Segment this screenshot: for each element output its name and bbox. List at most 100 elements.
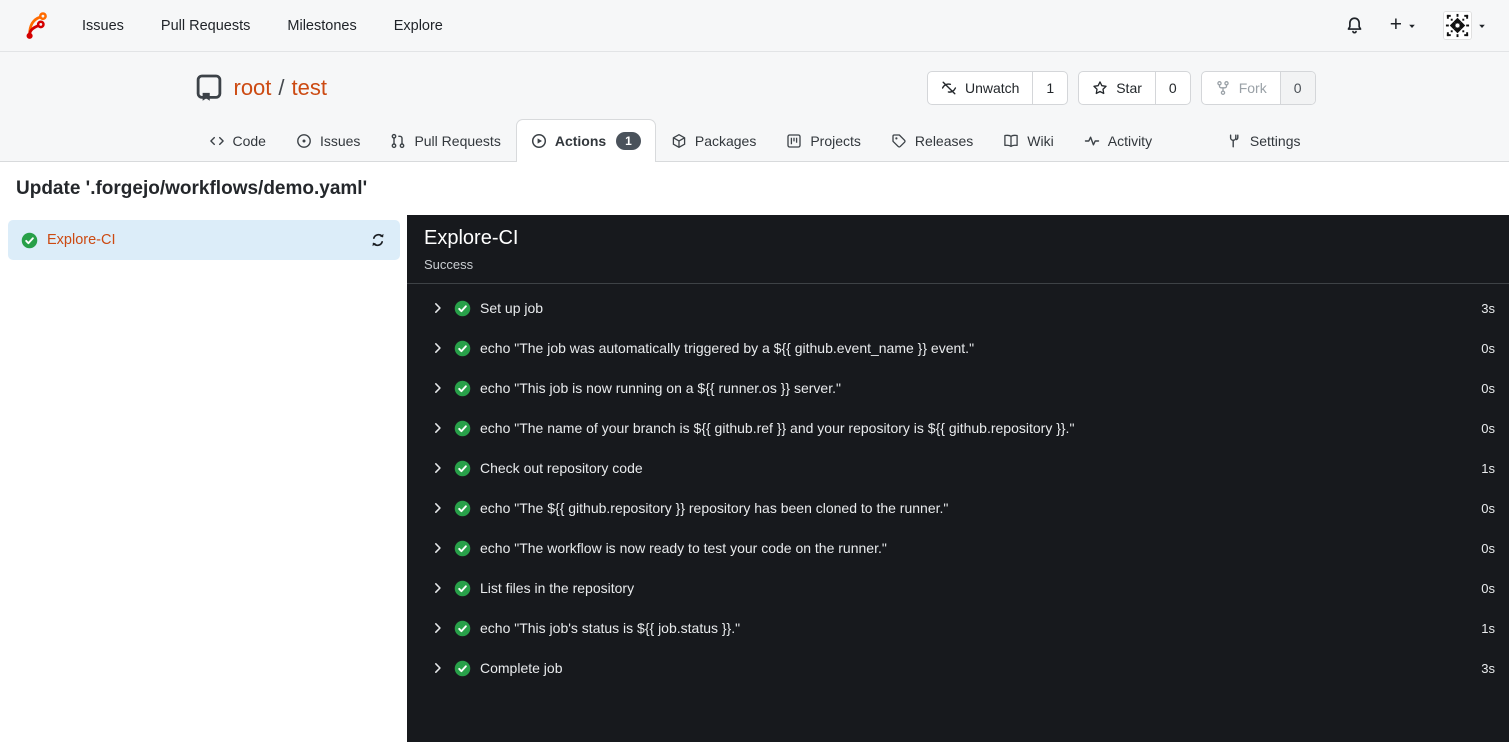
plus-icon: +: [1389, 12, 1402, 36]
step-row[interactable]: echo "The job was automatically triggere…: [431, 328, 1495, 368]
tab-activity[interactable]: Activity: [1069, 119, 1167, 161]
repo-owner-link[interactable]: root: [234, 75, 272, 100]
fork-label: Fork: [1238, 80, 1267, 96]
star-icon: [1093, 81, 1107, 95]
tab-label: Actions: [554, 133, 607, 149]
tab-label: Wiki: [1027, 132, 1054, 149]
job-item-label: Explore-CI: [47, 232, 116, 248]
tag-icon: [892, 133, 906, 148]
job-log-header: Explore-CI Success: [407, 215, 1509, 283]
tab-pull-requests[interactable]: Pull Requests: [375, 119, 515, 161]
step-row[interactable]: Check out repository code 1s: [431, 448, 1495, 488]
step-row[interactable]: echo "This job's status is ${{ job.statu…: [431, 608, 1495, 648]
issue-icon: [297, 133, 311, 148]
top-navbar: Issues Pull Requests Milestones Explore …: [0, 0, 1509, 52]
identicon-avatar: [1443, 11, 1472, 40]
step-row[interactable]: List files in the repository 0s: [431, 568, 1495, 608]
wiki-icon: [1004, 134, 1019, 147]
watchers-count[interactable]: 1: [1032, 72, 1067, 104]
caret-down-icon: [1409, 24, 1415, 28]
success-check-icon: [21, 231, 38, 249]
user-menu-button[interactable]: [1443, 11, 1487, 40]
tab-label: Activity: [1107, 132, 1153, 149]
step-duration: 3s: [1481, 660, 1495, 676]
step-row[interactable]: Complete job 3s: [431, 648, 1495, 688]
step-row[interactable]: echo "This job is now running on a ${{ r…: [431, 368, 1495, 408]
actions-icon: [531, 133, 546, 149]
step-name: echo "This job's status is ${{ job.statu…: [480, 620, 741, 636]
tab-wiki[interactable]: Wiki: [988, 119, 1068, 161]
stars-count[interactable]: 0: [1154, 72, 1190, 104]
jobs-sidebar: Explore-CI: [0, 215, 407, 742]
step-row[interactable]: echo "The ${{ github.repository }} repos…: [431, 488, 1495, 528]
tab-actions[interactable]: Actions 1: [515, 119, 656, 162]
step-name: List files in the repository: [480, 580, 635, 596]
forgejo-logo-icon[interactable]: [20, 10, 52, 42]
rerun-icon[interactable]: [369, 231, 387, 249]
step-row[interactable]: Set up job 3s: [431, 288, 1495, 328]
tab-label: Pull Requests: [414, 132, 501, 149]
job-name: Explore-CI: [424, 227, 519, 249]
tab-issues[interactable]: Issues: [281, 119, 375, 161]
step-duration: 0s: [1481, 500, 1495, 516]
chevron-right-icon[interactable]: [431, 301, 445, 315]
star-button[interactable]: Star 0: [1078, 71, 1191, 105]
tab-settings[interactable]: Settings: [1211, 119, 1316, 161]
navbar-item-milestones[interactable]: Milestones: [287, 18, 356, 34]
tab-projects[interactable]: Projects: [771, 119, 876, 161]
actions-run-view: Update '.forgejo/workflows/demo.yaml' Ex…: [0, 162, 1509, 742]
job-list-item-explore-ci[interactable]: Explore-CI: [8, 220, 400, 260]
step-row[interactable]: echo "The name of your branch is ${{ git…: [431, 408, 1495, 448]
steps-list: Set up job 3s echo "The job was automati…: [407, 284, 1509, 688]
bell-icon: [1347, 17, 1362, 34]
tab-releases[interactable]: Releases: [876, 119, 988, 161]
repo-breadcrumb: root / test: [234, 75, 328, 101]
chevron-right-icon[interactable]: [431, 461, 445, 475]
success-check-icon: [454, 619, 471, 637]
chevron-right-icon[interactable]: [431, 581, 445, 595]
success-check-icon: [454, 659, 471, 677]
package-icon: [672, 133, 686, 148]
notifications-button[interactable]: [1345, 16, 1364, 35]
chevron-right-icon[interactable]: [431, 501, 445, 515]
tab-label: Projects: [810, 132, 861, 149]
navbar-item-issues[interactable]: Issues: [82, 18, 124, 34]
chevron-right-icon[interactable]: [431, 341, 445, 355]
code-icon: [209, 136, 224, 145]
workflow-run-title: Update '.forgejo/workflows/demo.yaml': [16, 178, 368, 199]
navbar-item-pull-requests[interactable]: Pull Requests: [161, 18, 250, 34]
success-check-icon: [454, 419, 471, 437]
job-status: Success: [424, 257, 474, 272]
chevron-right-icon[interactable]: [431, 621, 445, 635]
breadcrumb-separator: /: [278, 75, 285, 100]
step-name: Complete job: [480, 660, 563, 676]
tab-label: Packages: [694, 132, 757, 149]
step-duration: 1s: [1481, 620, 1495, 636]
chevron-right-icon[interactable]: [431, 661, 445, 675]
step-duration: 0s: [1481, 540, 1495, 556]
step-duration: 3s: [1481, 300, 1495, 316]
activity-icon: [1084, 135, 1099, 146]
repository-icon: [196, 74, 221, 101]
step-name: echo "The name of your branch is ${{ git…: [480, 420, 1075, 436]
step-name: Set up job: [480, 300, 544, 316]
repo-name-link[interactable]: test: [292, 75, 327, 100]
tab-packages[interactable]: Packages: [656, 119, 771, 161]
chevron-right-icon[interactable]: [431, 421, 445, 435]
step-row[interactable]: echo "The workflow is now ready to test …: [431, 528, 1495, 568]
step-duration: 0s: [1481, 340, 1495, 356]
tab-label: Releases: [914, 132, 974, 149]
chevron-right-icon[interactable]: [431, 541, 445, 555]
chevron-right-icon[interactable]: [431, 381, 445, 395]
fork-button: Fork 0: [1200, 71, 1316, 105]
unwatch-button[interactable]: Unwatch 1: [926, 71, 1069, 105]
unwatch-label: Unwatch: [964, 80, 1020, 96]
navbar-item-explore[interactable]: Explore: [394, 18, 443, 34]
tools-icon: [1229, 134, 1239, 147]
step-name: Check out repository code: [480, 460, 643, 476]
create-new-button[interactable]: +: [1389, 12, 1417, 36]
tab-label: Issues: [319, 132, 361, 149]
tab-code[interactable]: Code: [194, 119, 281, 161]
job-log-panel: Explore-CI Success Set up job 3s echo "T…: [407, 215, 1509, 742]
fork-icon: [1216, 81, 1229, 95]
